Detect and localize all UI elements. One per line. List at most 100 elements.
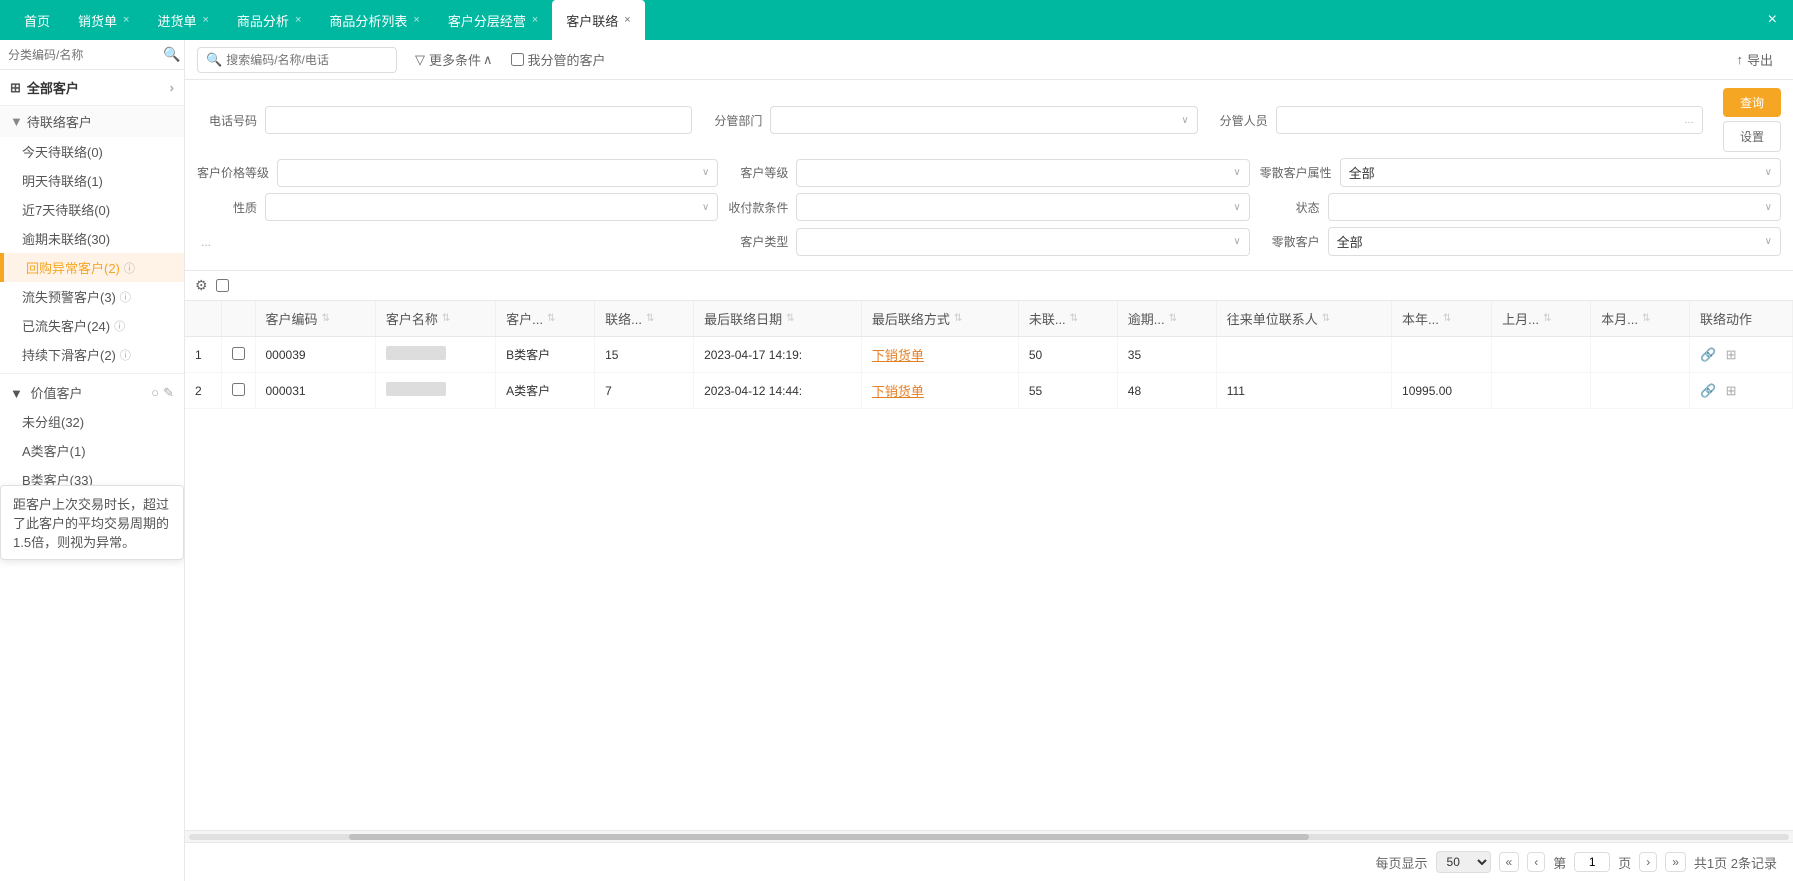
nav-purchase[interactable]: 进货单 ×: [143, 0, 222, 40]
action-grid-icon-1[interactable]: ⊞: [1726, 347, 1737, 362]
circle-icon[interactable]: ○: [151, 385, 159, 401]
edit-icon[interactable]: ✎: [163, 385, 174, 401]
gear-icon[interactable]: ⚙: [195, 277, 208, 294]
nav-close-customer-contact[interactable]: ×: [624, 14, 630, 26]
action-link-icon-1[interactable]: 🔗: [1700, 347, 1716, 362]
sidebar-overdue-pending[interactable]: 逾期未联络(30): [0, 224, 184, 253]
department-select[interactable]: ∨: [770, 106, 1197, 134]
export-btn[interactable]: ↑ 导出: [1728, 46, 1781, 73]
cell-name-1[interactable]: [375, 337, 495, 373]
nav-customer-layer[interactable]: 客户分层经营 ×: [434, 0, 552, 40]
more-dots[interactable]: ...: [197, 231, 215, 253]
filter-status-field: 状态 ∨: [1260, 193, 1781, 221]
sort-method-icon[interactable]: ⇅: [954, 313, 962, 324]
retail-attr-select[interactable]: 全部 ∨: [1340, 158, 1781, 187]
sidebar-lost-warning[interactable]: 流失预警客户(3) ⓘ: [0, 282, 184, 311]
status-select[interactable]: ∨: [1328, 193, 1781, 221]
nav-close-customer-layer[interactable]: ×: [532, 14, 538, 26]
sidebar-7day-pending[interactable]: 近7天待联络(0): [0, 195, 184, 224]
sort-contact-icon[interactable]: ⇅: [646, 313, 654, 324]
nav-sales[interactable]: 销货单 ×: [64, 0, 143, 40]
sidebar-collapse-btn[interactable]: ›: [170, 80, 174, 95]
cell-last-method-1[interactable]: 下销货单: [861, 337, 1018, 373]
nav-close-analysis[interactable]: ×: [295, 14, 301, 26]
gender-select[interactable]: ∨: [265, 193, 718, 221]
first-page-btn[interactable]: «: [1499, 852, 1520, 872]
sort-lmonth-icon[interactable]: ⇅: [1543, 313, 1551, 324]
sidebar-pending-group[interactable]: ▼ 待联络客户: [0, 106, 184, 137]
per-page-select[interactable]: 50 20 100: [1436, 851, 1491, 873]
my-customers-checkbox[interactable]: [511, 53, 524, 66]
right-content: 🔍 ▽ 更多条件 ∧ 我分管的客户 ↑ 导出 电话号码: [185, 40, 1793, 881]
cell-index-2: 2: [185, 373, 221, 409]
sidebar-search-icon[interactable]: 🔍: [163, 46, 180, 63]
sort-overdue-icon[interactable]: ⇅: [1169, 313, 1177, 324]
select-all-checkbox[interactable]: [216, 279, 229, 292]
customer-type-select[interactable]: ∨: [796, 228, 1249, 256]
filter-manager-field: 分管人员 …: [1208, 106, 1703, 134]
query-button[interactable]: 查询: [1723, 88, 1781, 117]
sidebar-a-class[interactable]: A类客户(1): [0, 436, 184, 465]
sidebar-already-lost[interactable]: 已流失客户(24) ⓘ: [0, 311, 184, 340]
scroll-thumb[interactable]: [349, 834, 1309, 840]
nav-home[interactable]: 首页: [10, 0, 64, 40]
nav-customer-contact[interactable]: 客户联络 ×: [552, 0, 644, 40]
nav-close-analysis-list[interactable]: ×: [413, 14, 419, 26]
nav-close-purchase[interactable]: ×: [202, 14, 208, 26]
row-checkbox-1[interactable]: [232, 347, 245, 360]
sort-code-icon[interactable]: ⇅: [322, 313, 330, 324]
retail-customer-select[interactable]: 全部 ∨: [1328, 227, 1781, 256]
cell-name-2[interactable]: [375, 373, 495, 409]
cell-code-1[interactable]: 000039: [255, 337, 375, 373]
retail-customer-label: 零散客户: [1260, 233, 1320, 250]
sidebar-today-pending[interactable]: 今天待联络(0): [0, 137, 184, 166]
sidebar-value-customer[interactable]: ▼ 价值客户 ○ ✎: [0, 378, 184, 407]
sort-date-icon[interactable]: ⇅: [786, 313, 794, 324]
col-overdue: 逾期... ⇅: [1117, 301, 1216, 337]
sidebar-tomorrow-pending[interactable]: 明天待联络(1): [0, 166, 184, 195]
sort-tmonth-icon[interactable]: ⇅: [1642, 313, 1650, 324]
horizontal-scrollbar[interactable]: [185, 830, 1793, 842]
search-input[interactable]: [226, 53, 366, 67]
price-select[interactable]: ∨: [277, 159, 718, 187]
payment-select[interactable]: ∨: [796, 193, 1249, 221]
nav-analysis-list[interactable]: 商品分析列表 ×: [315, 0, 433, 40]
phone-input[interactable]: [265, 106, 692, 134]
sidebar-search-input[interactable]: [8, 48, 163, 62]
my-customers-checkbox-label[interactable]: 我分管的客户: [511, 50, 606, 69]
nav-analysis[interactable]: 商品分析 ×: [223, 0, 315, 40]
col-action: 联络动作: [1690, 301, 1793, 337]
sort-unreplied-icon[interactable]: ⇅: [1070, 313, 1078, 324]
nav-close-sales[interactable]: ×: [123, 14, 129, 26]
action-grid-icon-2[interactable]: ⊞: [1726, 383, 1737, 398]
nav-close-all-button[interactable]: ×: [1768, 11, 1777, 29]
cell-unit-contact-2: 111: [1216, 373, 1391, 409]
prev-page-btn[interactable]: ‹: [1527, 852, 1545, 872]
next-page-btn[interactable]: ›: [1639, 852, 1657, 872]
sort-year-icon[interactable]: ⇅: [1443, 313, 1451, 324]
sidebar-unclassified[interactable]: 未分组(32): [0, 407, 184, 436]
cell-action-1: 🔗 ⊞: [1690, 337, 1793, 373]
sidebar-all-customers[interactable]: ⊞ 全部客户 ›: [0, 70, 184, 106]
chevron-down-icon10: ∨: [1765, 236, 1772, 247]
cell-code-2[interactable]: 000031: [255, 373, 375, 409]
col-checkbox: [221, 301, 255, 337]
search-box: 🔍: [197, 47, 397, 73]
customer-level-select[interactable]: ∨: [796, 159, 1249, 187]
page-input[interactable]: [1574, 852, 1610, 872]
settings-button[interactable]: 设置: [1723, 121, 1781, 152]
sidebar-declining[interactable]: 持续下滑客户(2) ⓘ: [0, 340, 184, 369]
cell-last-method-2[interactable]: 下销货单: [861, 373, 1018, 409]
last-page-btn[interactable]: »: [1665, 852, 1686, 872]
sort-type-icon[interactable]: ⇅: [547, 313, 555, 324]
more-conditions-btn[interactable]: ▽ 更多条件 ∧: [407, 46, 501, 73]
sort-unit-icon[interactable]: ⇅: [1322, 313, 1330, 324]
sort-name-icon[interactable]: ⇅: [442, 313, 450, 324]
col-this-year: 本年... ⇅: [1392, 301, 1492, 337]
filter-price-field: 客户价格等级 ∨: [197, 159, 718, 187]
sidebar-search-row: 🔍: [0, 40, 184, 70]
manager-select[interactable]: …: [1276, 106, 1703, 134]
action-link-icon-2[interactable]: 🔗: [1700, 383, 1716, 398]
sidebar-repurchase-abnormal[interactable]: 回购异常客户(2) ⓘ: [0, 253, 184, 282]
row-checkbox-2[interactable]: [232, 383, 245, 396]
